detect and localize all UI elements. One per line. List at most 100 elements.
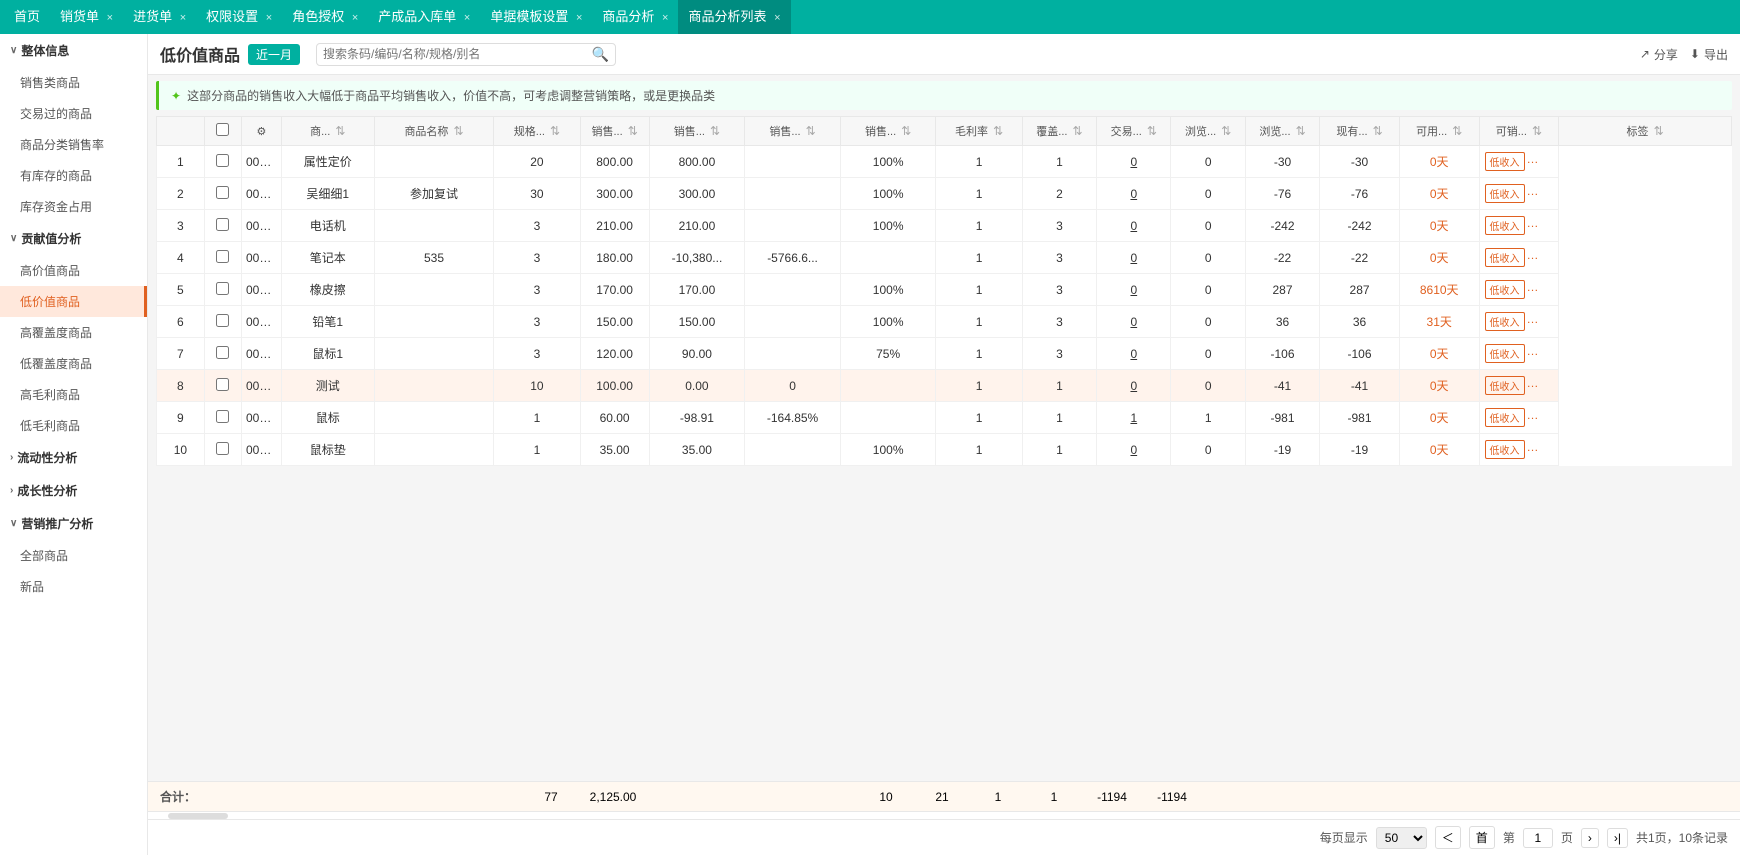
cell-check[interactable] [204, 402, 241, 434]
nav-sales-order[interactable]: 销货单 × [50, 0, 123, 34]
browse1-link[interactable]: 0 [1130, 283, 1137, 297]
cell-browse1[interactable]: 0 [1097, 242, 1171, 274]
cell-browse1[interactable]: 0 [1097, 146, 1171, 178]
sidebar-item-low-coverage[interactable]: 低覆盖度商品 [0, 348, 147, 379]
sidebar-item-high-coverage[interactable]: 高覆盖度商品 [0, 317, 147, 348]
th-sales-qty[interactable]: 销售... ⇅ [580, 117, 649, 146]
th-browse2[interactable]: 浏览... ⇅ [1245, 117, 1319, 146]
sidebar-group-contribution[interactable]: ∨ 贡献值分析 [0, 222, 147, 255]
row-checkbox[interactable] [216, 410, 229, 423]
browse1-link[interactable]: 0 [1130, 155, 1137, 169]
nav-template-settings[interactable]: 单据模板设置 × [480, 0, 592, 34]
sidebar-item-category-sales-rate[interactable]: 商品分类销售率 [0, 129, 147, 160]
tag-低收入[interactable]: 低收入 [1485, 440, 1525, 459]
sidebar-item-in-stock-goods[interactable]: 有库存的商品 [0, 160, 147, 191]
tag-低收入[interactable]: 低收入 [1485, 344, 1525, 363]
th-sales3[interactable]: 销售... ⇅ [840, 117, 936, 146]
cell-check[interactable] [204, 338, 241, 370]
row-checkbox[interactable] [216, 314, 229, 327]
tag-低收入[interactable]: 低收入 [1485, 184, 1525, 203]
sidebar-item-new-goods[interactable]: 新品 [0, 571, 147, 602]
th-sellable[interactable]: 可销... ⇅ [1479, 117, 1559, 146]
th-trade[interactable]: 交易... ⇅ [1097, 117, 1171, 146]
th-cover[interactable]: 覆盖... ⇅ [1022, 117, 1096, 146]
sidebar-item-traded-goods[interactable]: 交易过的商品 [0, 98, 147, 129]
sidebar-group-marketing[interactable]: ∨ 营销推广分析 [0, 507, 147, 540]
browse1-link[interactable]: 0 [1130, 315, 1137, 329]
first-page-button[interactable]: ＜ [1435, 826, 1461, 849]
th-gross[interactable]: 毛利率 ⇅ [936, 117, 1022, 146]
row-checkbox[interactable] [216, 218, 229, 231]
th-avail[interactable]: 可用... ⇅ [1399, 117, 1479, 146]
browse1-link[interactable]: 0 [1130, 347, 1137, 361]
nav-product-storage[interactable]: 产成品入库单 × [368, 0, 480, 34]
tag-低收入[interactable]: 低收入 [1485, 376, 1525, 395]
cell-browse1[interactable]: 0 [1097, 338, 1171, 370]
share-button[interactable]: ↗ 分享 [1640, 46, 1678, 63]
sidebar-item-low-margin[interactable]: 低毛利商品 [0, 410, 147, 441]
cell-browse1[interactable]: 0 [1097, 178, 1171, 210]
th-name[interactable]: 商品名称 ⇅ [374, 117, 494, 146]
nav-role-auth[interactable]: 角色授权 × [282, 0, 368, 34]
page-number-input[interactable] [1523, 828, 1553, 848]
tag-低收入[interactable]: 低收入 [1485, 312, 1525, 331]
search-icon[interactable]: 🔍 [592, 46, 609, 63]
cell-browse1[interactable]: 0 [1097, 434, 1171, 466]
browse1-link[interactable]: 0 [1130, 251, 1137, 265]
tag-低收入[interactable]: 低收入 [1485, 248, 1525, 267]
table-wrapper[interactable]: ⚙ 商... ⇅ 商品名称 ⇅ 规格... ⇅ 销售... ⇅ 销售... ⇅ … [148, 116, 1740, 781]
nav-permission[interactable]: 权限设置 × [196, 0, 282, 34]
export-button[interactable]: ⬇ 导出 [1690, 46, 1728, 63]
tag-低收入[interactable]: 低收入 [1485, 152, 1525, 171]
cell-check[interactable] [204, 434, 241, 466]
nav-product-analysis-list[interactable]: 商品分析列表 × [678, 0, 790, 34]
nav-purchase-order[interactable]: 进货单 × [123, 0, 196, 34]
sidebar-group-growth[interactable]: › 成长性分析 [0, 474, 147, 507]
sidebar-group-liquidity[interactable]: › 流动性分析 [0, 441, 147, 474]
cell-check[interactable] [204, 370, 241, 402]
browse1-link[interactable]: 1 [1130, 411, 1137, 425]
th-spec[interactable]: 规格... ⇅ [494, 117, 580, 146]
search-input[interactable] [323, 47, 592, 61]
row-checkbox[interactable] [216, 378, 229, 391]
row-checkbox[interactable] [216, 442, 229, 455]
tag-低收入[interactable]: 低收入 [1485, 216, 1525, 235]
th-sales-amt[interactable]: 销售... ⇅ [649, 117, 745, 146]
nav-product-analysis[interactable]: 商品分析 × [592, 0, 678, 34]
sidebar-item-high-margin[interactable]: 高毛利商品 [0, 379, 147, 410]
row-checkbox[interactable] [216, 250, 229, 263]
cell-browse1[interactable]: 0 [1097, 274, 1171, 306]
next-page-button[interactable]: › [1581, 828, 1599, 848]
th-settings[interactable]: ⚙ [241, 117, 281, 146]
th-browse1[interactable]: 浏览... ⇅ [1171, 117, 1245, 146]
cell-browse1[interactable]: 0 [1097, 306, 1171, 338]
browse1-link[interactable]: 0 [1130, 187, 1137, 201]
prev-page-button[interactable]: 首 [1469, 826, 1495, 849]
th-tag[interactable]: 标签 ⇅ [1559, 117, 1732, 146]
cell-check[interactable] [204, 178, 241, 210]
th-code[interactable]: 商... ⇅ [281, 117, 374, 146]
row-checkbox[interactable] [216, 186, 229, 199]
cell-browse1[interactable]: 1 [1097, 402, 1171, 434]
sidebar-item-low-value[interactable]: 低价值商品 [0, 286, 147, 317]
row-checkbox[interactable] [216, 282, 229, 295]
cell-check[interactable] [204, 242, 241, 274]
cell-check[interactable] [204, 274, 241, 306]
select-all-checkbox[interactable] [216, 123, 229, 136]
th-sales2[interactable]: 销售... ⇅ [745, 117, 841, 146]
cell-check[interactable] [204, 146, 241, 178]
per-page-select[interactable]: 50 100 [1376, 827, 1427, 849]
horizontal-scrollbar[interactable] [148, 811, 1740, 819]
cell-check[interactable] [204, 306, 241, 338]
cell-browse1[interactable]: 0 [1097, 370, 1171, 402]
sidebar-item-all-goods[interactable]: 全部商品 [0, 540, 147, 571]
tag-低收入[interactable]: 低收入 [1485, 280, 1525, 299]
sidebar-item-high-value[interactable]: 高价值商品 [0, 255, 147, 286]
row-checkbox[interactable] [216, 346, 229, 359]
cell-browse1[interactable]: 0 [1097, 210, 1171, 242]
sidebar-group-overall[interactable]: ∨ 整体信息 [0, 34, 147, 67]
browse1-link[interactable]: 0 [1130, 443, 1137, 457]
time-badge[interactable]: 近一月 [248, 44, 300, 65]
browse1-link[interactable]: 0 [1130, 219, 1137, 233]
cell-check[interactable] [204, 210, 241, 242]
